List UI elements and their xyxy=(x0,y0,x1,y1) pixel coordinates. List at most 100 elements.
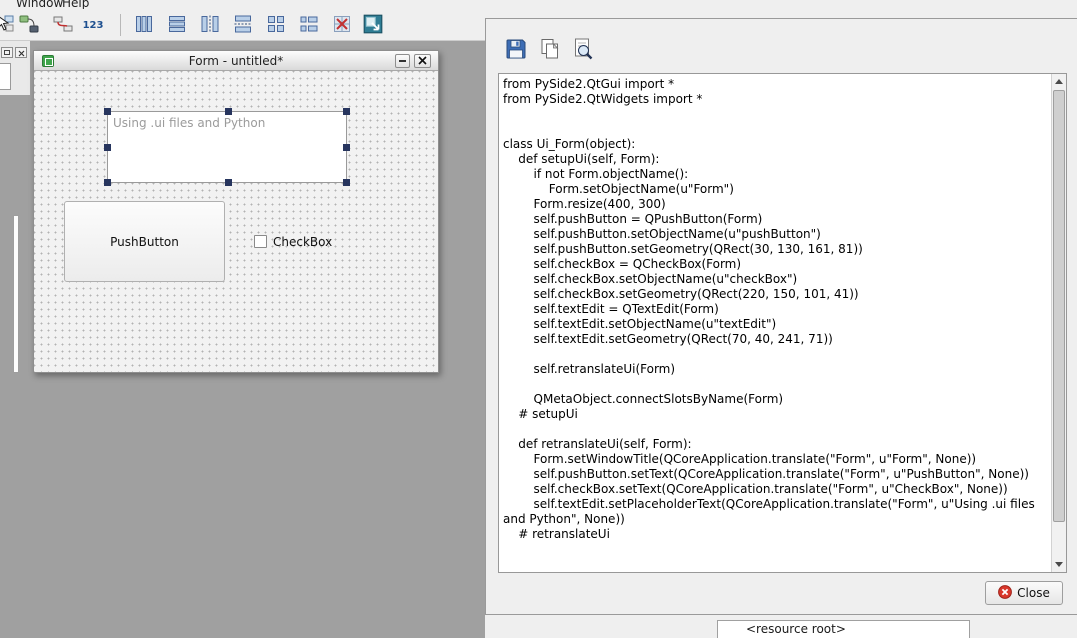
code-line: def setupUi(self, Form): xyxy=(503,152,1051,167)
code-line: def retranslateUi(self, Form): xyxy=(503,437,1051,452)
qt-designer-screen: Window Help 123 xyxy=(0,0,1077,638)
code-line: class Ui_Form(object): xyxy=(503,137,1051,152)
resource-root-item[interactable]: <resource root> xyxy=(746,622,846,636)
code-line xyxy=(503,422,1051,437)
break-layout-icon xyxy=(332,14,352,37)
toolbar-separator xyxy=(120,14,121,36)
adjust-size-icon xyxy=(362,13,384,38)
checkbox-indicator xyxy=(254,235,267,248)
code-line xyxy=(503,347,1051,362)
checkbox-label: CheckBox xyxy=(273,235,332,249)
pushbutton-label: PushButton xyxy=(110,235,179,249)
code-line: Form.setObjectName(u"Form") xyxy=(503,182,1051,197)
selection-handle-middle-left[interactable] xyxy=(104,144,111,151)
code-line: self.textEdit.setPlaceholderText(QCoreAp… xyxy=(503,497,1051,512)
code-preview-dialog: from PySide2.QtGui import *from PySide2.… xyxy=(485,18,1077,615)
form-window-titlebar[interactable]: Form - untitled* xyxy=(34,51,438,71)
selection-handle-middle-right[interactable] xyxy=(343,144,350,151)
layout-splitter-vertical-icon xyxy=(233,14,253,37)
save-icon xyxy=(504,37,528,64)
close-dialog-button[interactable]: Close xyxy=(985,581,1063,605)
form-window-title: Form - untitled* xyxy=(34,54,438,68)
layout-splitter-horizontal-icon xyxy=(200,14,220,37)
designer-form-icon xyxy=(42,55,54,67)
selection-handle-bottom-right[interactable] xyxy=(343,179,350,186)
code-line: self.textEdit.setObjectName(u"textEdit") xyxy=(503,317,1051,332)
break-layout-button[interactable] xyxy=(329,12,355,38)
code-line: QMetaObject.connectSlotsByName(Form) xyxy=(503,392,1051,407)
code-text-area[interactable]: from PySide2.QtGui import *from PySide2.… xyxy=(499,74,1051,572)
checkbox-widget[interactable]: CheckBox xyxy=(254,221,355,262)
menubar: Window Help xyxy=(0,0,1077,9)
layout-vertically-button[interactable] xyxy=(164,12,190,38)
dock-close-button[interactable] xyxy=(15,47,27,58)
code-line: and Python", None)) xyxy=(503,512,1051,527)
menu-window[interactable]: Window xyxy=(16,0,63,9)
form-design-canvas[interactable]: Using .ui files and Python PushButton Ch… xyxy=(34,71,438,372)
code-line: # retranslateUi xyxy=(503,527,1051,542)
widget-filter-input[interactable] xyxy=(0,63,11,90)
layout-form-button[interactable] xyxy=(296,12,322,38)
layout-splitter-horizontal-button[interactable] xyxy=(197,12,223,38)
minimize-button[interactable] xyxy=(395,54,410,68)
scrollbar-thumb[interactable] xyxy=(1053,90,1065,522)
textedit-widget[interactable]: Using .ui files and Python xyxy=(107,111,347,183)
resource-browser-panel: <resource root> xyxy=(717,620,970,638)
dock-float-icon xyxy=(4,50,10,55)
code-scrollbar[interactable] xyxy=(1051,74,1066,572)
edit-buddies-button[interactable] xyxy=(50,12,76,38)
selection-handle-bottom-left[interactable] xyxy=(104,179,111,186)
selection-handle-bottom-center[interactable] xyxy=(225,179,232,186)
form-editor-window: Form - untitled* Using .ui files and Pyt… xyxy=(33,50,439,373)
widget-box-dock-corner xyxy=(0,41,30,95)
find-icon xyxy=(571,37,595,64)
code-line: self.checkBox.setGeometry(QRect(220, 150… xyxy=(503,287,1051,302)
code-line: from PySide2.QtWidgets import * xyxy=(503,92,1051,107)
code-view: from PySide2.QtGui import *from PySide2.… xyxy=(498,73,1067,573)
up-arrow-icon xyxy=(1055,79,1063,84)
code-line: self.textEdit.setGeometry(QRect(70, 40, … xyxy=(503,332,1051,347)
code-line: Form.resize(400, 300) xyxy=(503,197,1051,212)
code-line: self.checkBox = QCheckBox(Form) xyxy=(503,257,1051,272)
close-window-button[interactable] xyxy=(414,54,431,68)
pushbutton-widget[interactable]: PushButton xyxy=(64,201,225,282)
layout-horizontally-button[interactable] xyxy=(131,12,157,38)
layout-grid-button[interactable] xyxy=(263,12,289,38)
code-line: self.checkBox.setText(QCoreApplication.t… xyxy=(503,482,1051,497)
find-button[interactable] xyxy=(570,37,596,63)
edit-tab-order-icon: 123 xyxy=(83,20,104,31)
adjust-size-button[interactable] xyxy=(360,12,386,38)
code-line: self.pushButton.setText(QCoreApplication… xyxy=(503,467,1051,482)
selection-handle-top-left[interactable] xyxy=(104,108,111,115)
code-line: if not Form.objectName(): xyxy=(503,167,1051,182)
edit-tab-order-button[interactable]: 123 xyxy=(80,12,106,38)
layout-grid-icon xyxy=(266,14,286,37)
code-line: self.pushButton.setObjectName(u"pushButt… xyxy=(503,227,1051,242)
menu-help[interactable]: Help xyxy=(62,0,89,9)
save-button[interactable] xyxy=(503,37,529,63)
code-line: from PySide2.QtGui import * xyxy=(503,77,1051,92)
close-dialog-icon xyxy=(998,585,1012,602)
copy-icon xyxy=(538,37,562,64)
layout-form-icon xyxy=(299,14,319,37)
code-line xyxy=(503,122,1051,137)
code-line: self.checkBox.setObjectName(u"checkBox") xyxy=(503,272,1051,287)
selection-handle-top-right[interactable] xyxy=(343,108,350,115)
layout-splitter-vertical-button[interactable] xyxy=(230,12,256,38)
close-dialog-label: Close xyxy=(1017,586,1050,600)
dock-float-button[interactable] xyxy=(1,47,13,58)
code-line: self.textEdit = QTextEdit(Form) xyxy=(503,302,1051,317)
selection-handle-top-center[interactable] xyxy=(225,108,232,115)
code-line: Form.setWindowTitle(QCoreApplication.tra… xyxy=(503,452,1051,467)
code-line xyxy=(503,377,1051,392)
copy-button[interactable] xyxy=(537,37,563,63)
edit-widgets-icon xyxy=(0,14,15,37)
scrollbar-down-arrow[interactable] xyxy=(1052,557,1066,572)
textedit-placeholder: Using .ui files and Python xyxy=(113,116,265,130)
layout-horizontal-icon xyxy=(134,14,154,37)
code-line: self.pushButton = QPushButton(Form) xyxy=(503,212,1051,227)
edit-signals-slots-button[interactable] xyxy=(16,12,42,38)
widget-box-scrollbar[interactable] xyxy=(13,215,19,373)
code-line: # setupUi xyxy=(503,407,1051,422)
scrollbar-up-arrow[interactable] xyxy=(1052,74,1066,89)
